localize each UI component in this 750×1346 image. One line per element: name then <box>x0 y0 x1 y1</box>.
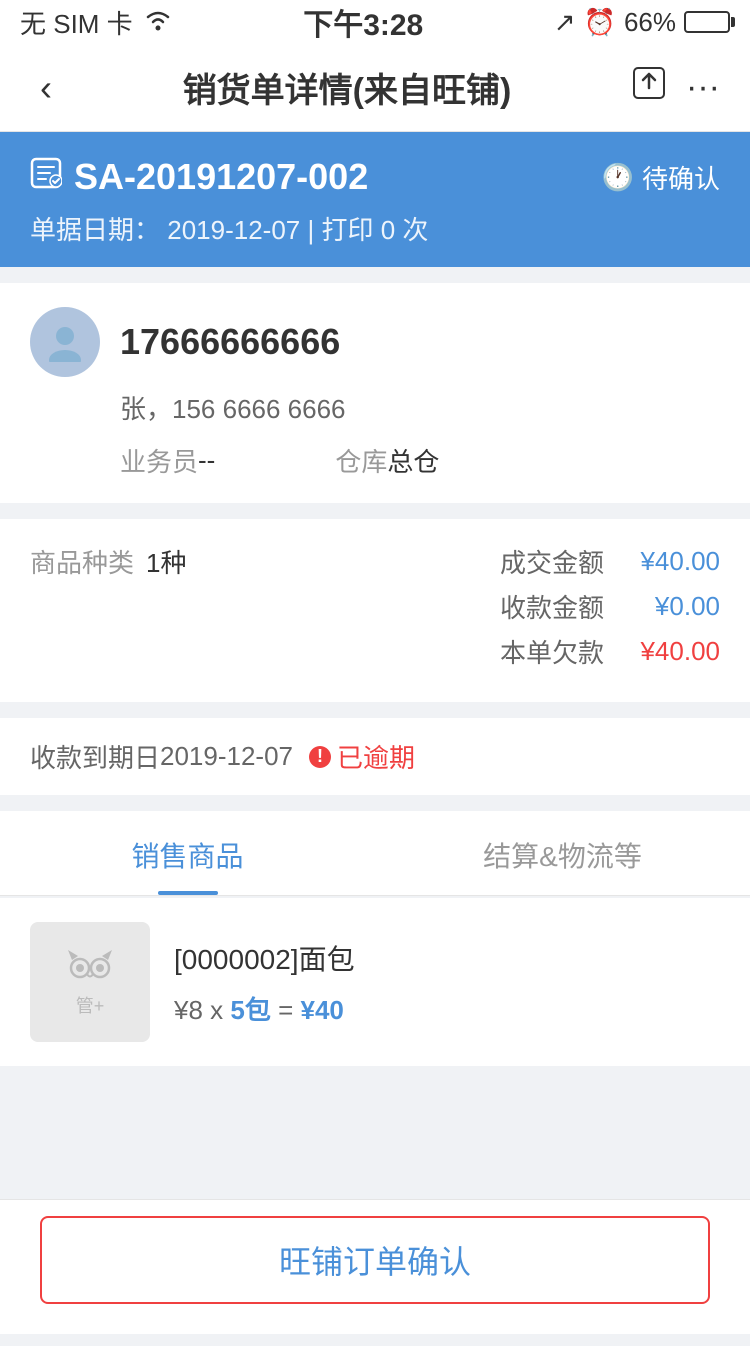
nav-bar: ‹ 销货单详情(来自旺铺) ··· <box>0 44 750 132</box>
product-thumbnail: 管+ <box>30 922 150 1042</box>
amount-label: 成交金额 <box>500 543 604 580</box>
tabs-section: 销售商品 结算&物流等 <box>0 811 750 896</box>
due-section: 收款到期日 2019-12-07 ! 已逾期 <box>0 718 750 795</box>
summary-right: 成交金额 ¥40.00 收款金额 ¥0.00 本单欠款 ¥40.00 <box>500 543 720 678</box>
overdue-text: 已逾期 <box>337 738 415 775</box>
due-label: 收款到期日 <box>30 738 160 775</box>
owed-row: 本单欠款 ¥40.00 <box>500 633 720 670</box>
product-quantity: 5包 <box>230 995 270 1025</box>
print-unit: 次 <box>402 215 428 245</box>
battery-icon <box>684 11 730 33</box>
summary-left: 商品种类 1种 <box>30 543 186 580</box>
paid-row: 收款金额 ¥0.00 <box>500 588 720 625</box>
status-bar: 无 SIM 卡 下午3:28 ↗ ⏰ 66% <box>0 0 750 44</box>
order-header: SA-20191207-002 🕐 待确认 单据日期： 2019-12-07 |… <box>0 132 750 267</box>
status-left: 无 SIM 卡 <box>20 4 173 41</box>
warehouse-value: 总仓 <box>387 442 439 479</box>
order-id-text: SA-20191207-002 <box>74 156 368 198</box>
customer-phone: 17666666666 <box>120 321 340 363</box>
date-label: 单据日期： <box>30 215 160 245</box>
wifi-icon <box>143 7 173 38</box>
amount-row: 成交金额 ¥40.00 <box>500 543 720 580</box>
amount-value: ¥40.00 <box>620 546 720 577</box>
overdue-dot-icon: ! <box>309 746 331 768</box>
tab-settlement[interactable]: 结算&物流等 <box>375 811 750 895</box>
status-time: 下午3:28 <box>303 0 423 44</box>
battery-percent: 66% <box>624 7 676 38</box>
customer-meta: 业务员 -- 仓库 总仓 <box>120 442 720 479</box>
order-status-text: 待确认 <box>642 159 720 196</box>
owed-label: 本单欠款 <box>500 633 604 670</box>
tab-products[interactable]: 销售商品 <box>0 811 375 895</box>
back-button[interactable]: ‹ <box>30 57 62 119</box>
category-label: 商品种类 <box>30 543 134 580</box>
bottom-bar: 旺铺订单确认 <box>0 1199 750 1334</box>
nav-title: 销货单详情(来自旺铺) <box>183 63 512 112</box>
tab-settlement-label: 结算&物流等 <box>483 841 642 872</box>
location-icon: ↗ <box>554 7 576 38</box>
logo-plus: 管+ <box>76 992 105 1018</box>
tab-products-label: 销售商品 <box>131 841 243 872</box>
print-count: 0 <box>381 215 395 245</box>
carrier-label: 无 SIM 卡 <box>20 4 133 41</box>
overdue-badge: ! 已逾期 <box>309 738 415 775</box>
share-icon[interactable] <box>632 66 666 109</box>
product-info: [0000002]面包 ¥8 x 5包 = ¥40 <box>174 938 720 1027</box>
category-value: 1种 <box>146 543 186 580</box>
due-date: 2019-12-07 <box>160 741 293 772</box>
avatar <box>30 307 100 377</box>
warehouse-label: 仓库 <box>335 442 387 479</box>
product-section: 管+ [0000002]面包 ¥8 x 5包 = ¥40 <box>0 898 750 1066</box>
order-icon <box>30 156 62 198</box>
owed-value: ¥40.00 <box>620 636 720 667</box>
order-date: 2019-12-07 <box>167 215 300 245</box>
nav-right: ··· <box>632 66 720 109</box>
status-right: ↗ ⏰ 66% <box>554 7 730 38</box>
order-date-row: 单据日期： 2019-12-07 | 打印 0 次 <box>30 210 720 247</box>
sales-label: 业务员 <box>120 442 198 479</box>
product-name: [0000002]面包 <box>174 938 720 978</box>
customer-name: 张，156 6666 6666 <box>120 389 720 426</box>
product-item: 管+ [0000002]面包 ¥8 x 5包 = ¥40 <box>0 898 750 1066</box>
summary-section: 商品种类 1种 成交金额 ¥40.00 收款金额 ¥0.00 本单欠款 ¥40.… <box>0 519 750 702</box>
sales-value: -- <box>198 445 215 476</box>
order-status: 🕐 待确认 <box>602 159 720 196</box>
order-id-row: SA-20191207-002 🕐 待确认 <box>30 156 720 198</box>
product-total: ¥40 <box>301 995 344 1025</box>
confirm-button[interactable]: 旺铺订单确认 <box>40 1216 710 1304</box>
print-label: | 打印 <box>307 215 380 245</box>
multiply-sign: x <box>210 995 223 1025</box>
paid-value: ¥0.00 <box>620 591 720 622</box>
alarm-icon: ⏰ <box>584 7 616 38</box>
product-price: ¥8 x 5包 = ¥40 <box>174 990 720 1027</box>
customer-row: 17666666666 <box>30 307 720 377</box>
price-unit: ¥8 <box>174 995 203 1025</box>
more-icon[interactable]: ··· <box>686 68 720 107</box>
customer-section: 17666666666 张，156 6666 6666 业务员 -- 仓库 总仓 <box>0 283 750 503</box>
status-clock-icon: 🕐 <box>602 162 634 193</box>
order-id: SA-20191207-002 <box>30 156 368 198</box>
equals-sign: = <box>278 995 293 1025</box>
paid-label: 收款金额 <box>500 588 604 625</box>
